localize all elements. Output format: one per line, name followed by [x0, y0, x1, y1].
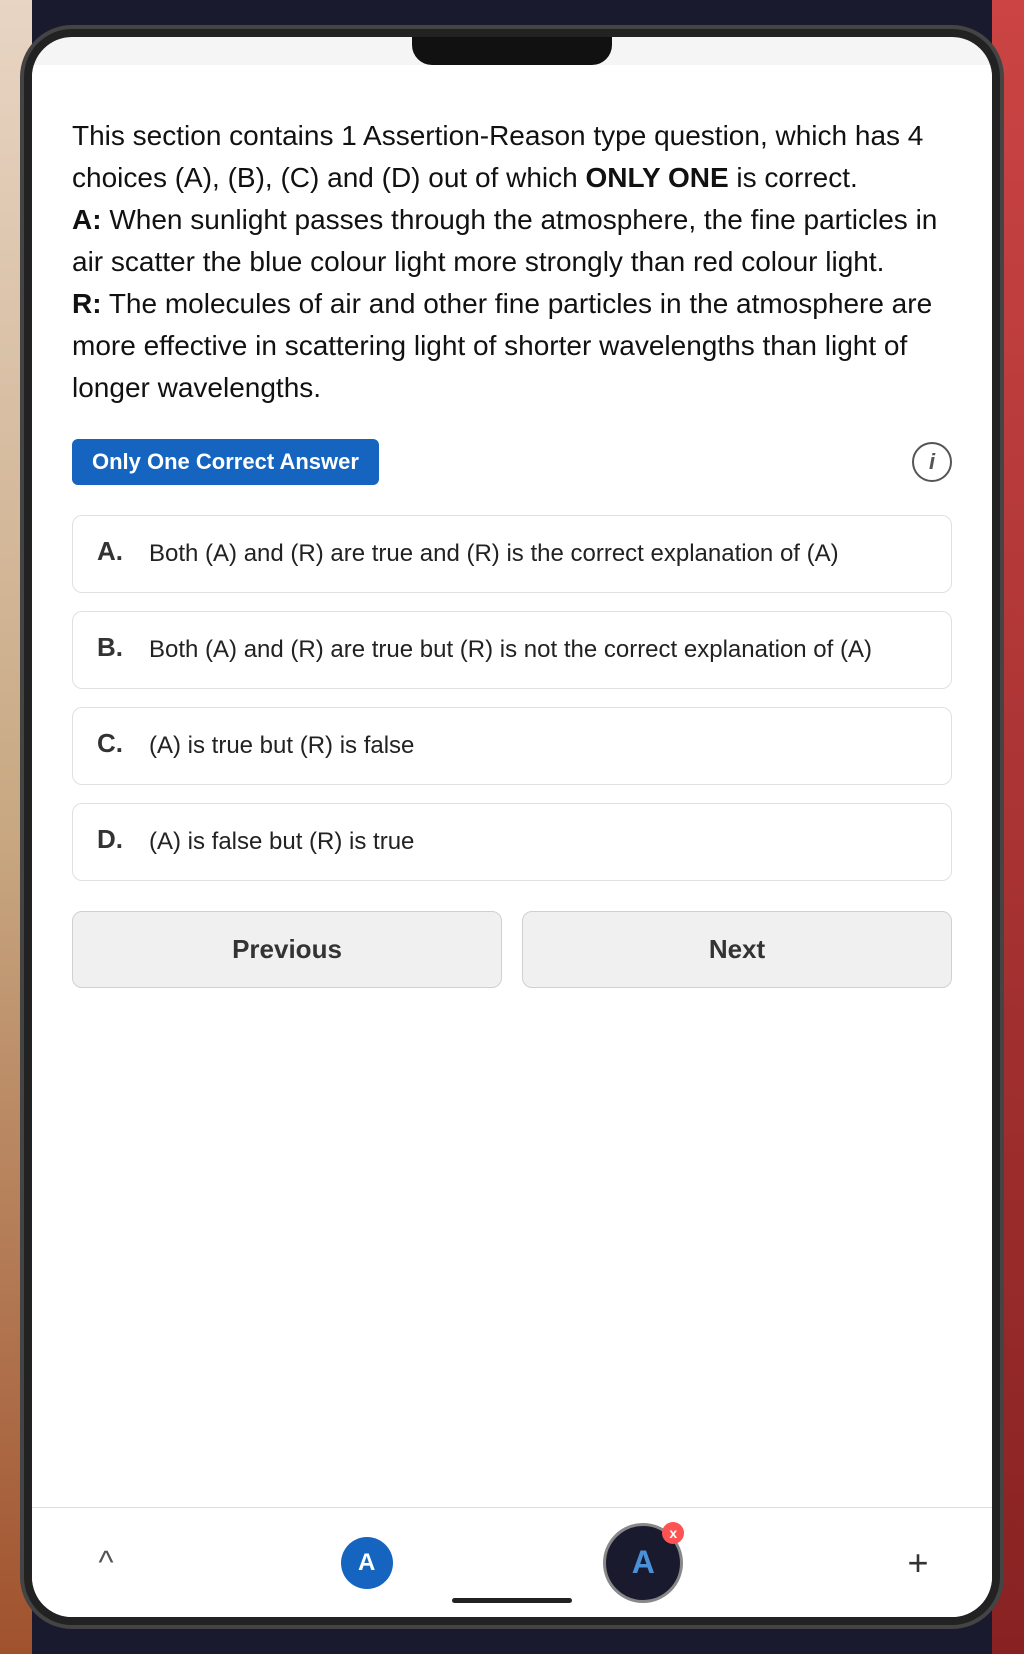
option-d-text: (A) is false but (R) is true [149, 824, 414, 860]
main-app-icon[interactable]: A x [603, 1523, 683, 1603]
reason-label: R: [72, 288, 102, 319]
content-area: This section contains 1 Assertion-Reason… [32, 65, 992, 1535]
option-c[interactable]: C. (A) is true but (R) is false [72, 707, 952, 785]
chevron-up-icon[interactable]: ^ [82, 1539, 130, 1587]
info-letter: i [929, 449, 935, 475]
chevron-symbol: ^ [98, 1544, 113, 1581]
option-c-text: (A) is true but (R) is false [149, 728, 414, 764]
assertion-text: When sunlight passes through the atmosph… [72, 204, 937, 277]
close-x-symbol: x [669, 1525, 677, 1541]
question-intro-end: is correct. [729, 162, 858, 193]
home-indicator [452, 1598, 572, 1603]
option-a-label: A. [97, 536, 129, 567]
reason-text: The molecules of air and other fine part… [72, 288, 932, 403]
badge-row: Only One Correct Answer i [72, 439, 952, 485]
answer-type-badge: Only One Correct Answer [72, 439, 379, 485]
next-button[interactable]: Next [522, 911, 952, 988]
side-decoration-right [992, 0, 1024, 1654]
option-b[interactable]: B. Both (A) and (R) are true but (R) is … [72, 611, 952, 689]
option-a[interactable]: A. Both (A) and (R) are true and (R) is … [72, 515, 952, 593]
option-c-label: C. [97, 728, 129, 759]
option-d-label: D. [97, 824, 129, 855]
option-d[interactable]: D. (A) is false but (R) is true [72, 803, 952, 881]
option-b-text: Both (A) and (R) are true but (R) is not… [149, 632, 872, 668]
side-decoration-left [0, 0, 32, 1654]
question-body: This section contains 1 Assertion-Reason… [72, 115, 952, 409]
plus-symbol: + [907, 1542, 928, 1584]
plus-icon[interactable]: + [894, 1539, 942, 1587]
phone-frame: This section contains 1 Assertion-Reason… [32, 37, 992, 1617]
shield-app-icon[interactable]: A [341, 1537, 393, 1589]
option-a-text: Both (A) and (R) are true and (R) is the… [149, 536, 839, 572]
assertion-label: A: [72, 204, 102, 235]
app-center-letter: A [632, 1544, 655, 1581]
shield-letter: A [358, 1549, 375, 1577]
close-badge-icon: x [662, 1522, 684, 1544]
option-b-label: B. [97, 632, 129, 663]
options-list: A. Both (A) and (R) are true and (R) is … [72, 515, 952, 881]
phone-notch [412, 37, 612, 65]
previous-button[interactable]: Previous [72, 911, 502, 988]
nav-buttons-row: Previous Next [72, 911, 952, 988]
info-icon-button[interactable]: i [912, 442, 952, 482]
question-bold: ONLY ONE [585, 162, 728, 193]
